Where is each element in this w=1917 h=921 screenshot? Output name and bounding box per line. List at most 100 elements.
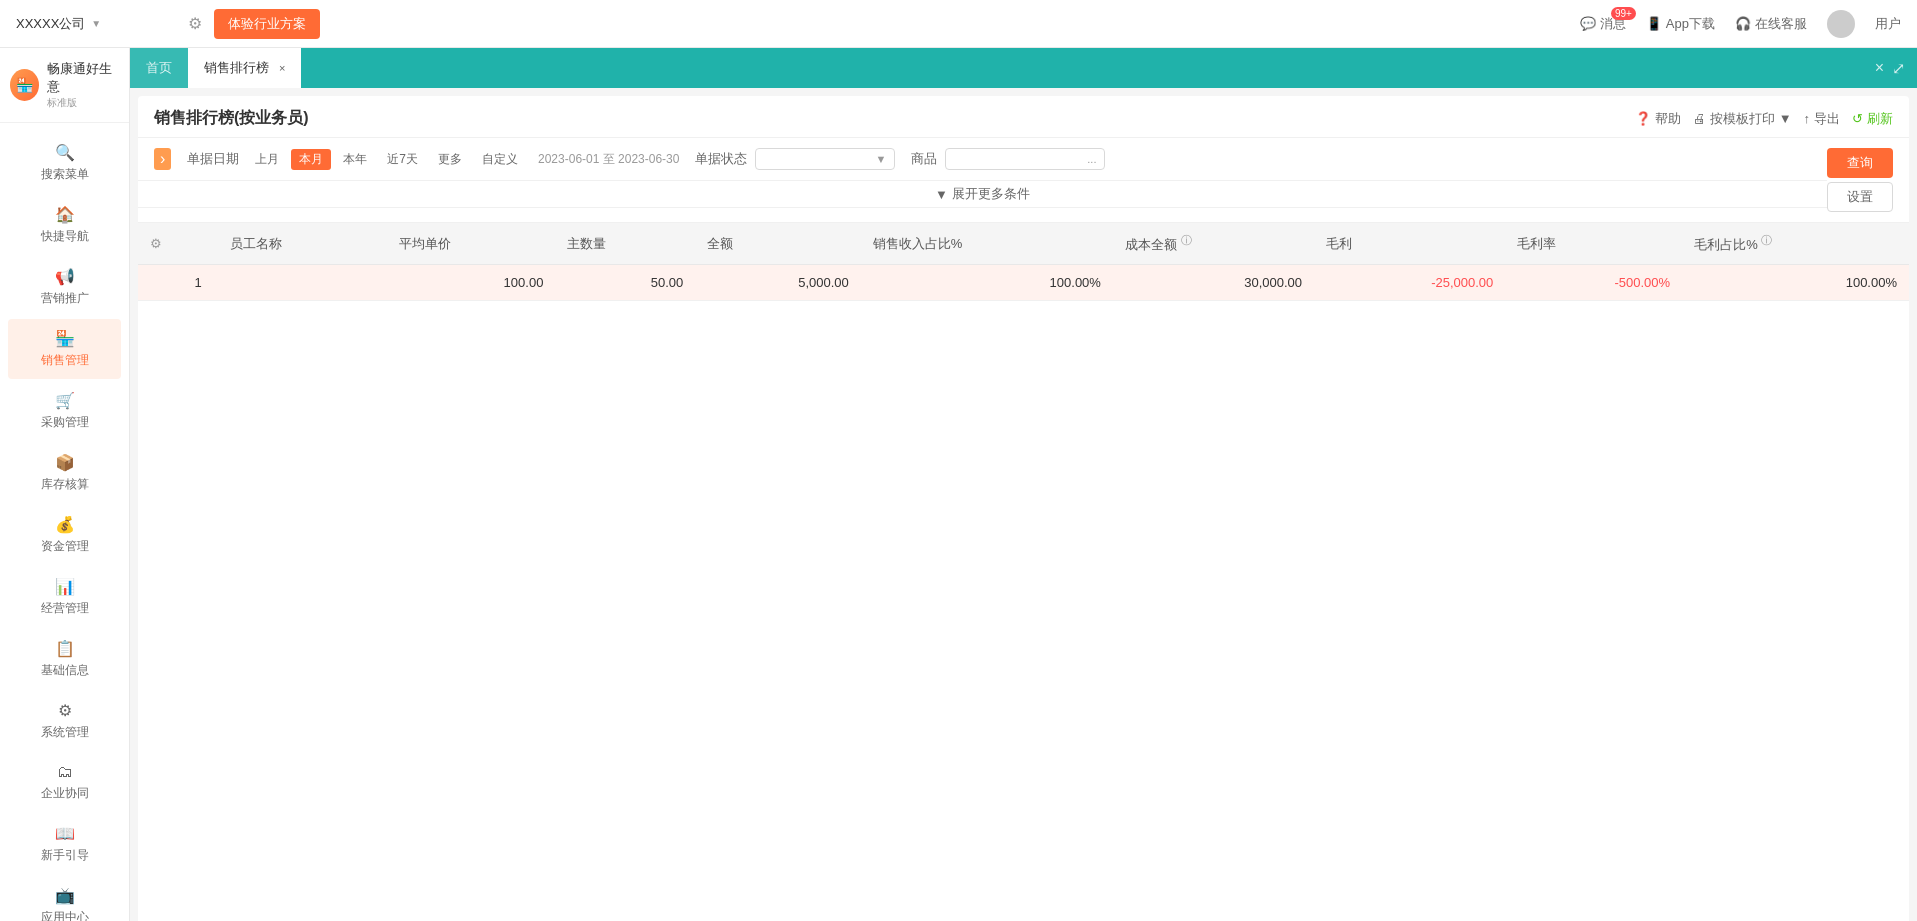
help-icon: ❓	[1635, 111, 1651, 126]
export-icon: ↑	[1804, 111, 1811, 126]
collapse-filter-icon[interactable]: ›	[154, 148, 171, 170]
sidebar-item-finance-label: 资金管理	[41, 538, 89, 555]
th-settings: ⚙	[138, 223, 178, 265]
message-icon: 💬	[1580, 16, 1596, 31]
th-gross: 毛利	[1314, 223, 1505, 265]
td-amount: 5,000.00	[695, 265, 861, 301]
window-close-icon[interactable]: ×	[1875, 59, 1884, 77]
headset-icon: 🎧	[1735, 16, 1751, 31]
sidebar-item-marketing-label: 营销推广	[41, 290, 89, 307]
company-selector[interactable]: XXXXX公司 ▼	[16, 15, 176, 33]
export-button[interactable]: ↑ 导出	[1804, 110, 1841, 128]
tab-home[interactable]: 首页	[130, 48, 188, 88]
date-tab-this-month[interactable]: 本月	[291, 149, 331, 170]
expand-row: ▼ 展开更多条件	[138, 181, 1827, 208]
page-content: 销售排行榜(按业务员) ❓ 帮助 🖨 按模板打印 ▼ ↑ 导出	[138, 96, 1909, 921]
gross-pct-help-icon[interactable]: ⓘ	[1761, 234, 1772, 246]
trial-button[interactable]: 体验行业方案	[214, 9, 320, 39]
guide-icon: 📖	[55, 824, 75, 843]
phone-icon: 📱	[1646, 16, 1662, 31]
refresh-label: 刷新	[1867, 110, 1893, 128]
refresh-button[interactable]: ↺ 刷新	[1852, 110, 1893, 128]
td-gross-rate: -500.00%	[1505, 265, 1682, 301]
sidebar-item-system[interactable]: ⚙ 系统管理	[8, 691, 121, 751]
print-button[interactable]: 🖨 按模板打印 ▼	[1693, 110, 1792, 128]
sidebar-item-sales[interactable]: 🏪 销售管理	[8, 319, 121, 379]
th-gross-pct: 毛利占比% ⓘ	[1682, 223, 1909, 265]
sidebar-item-sales-label: 销售管理	[41, 352, 89, 369]
message-badge: 99+	[1611, 7, 1636, 20]
sidebar-item-operations[interactable]: 📊 经营管理	[8, 567, 121, 627]
inventory-icon: 📦	[55, 453, 75, 472]
sidebar-item-marketing[interactable]: 📢 营销推广	[8, 257, 121, 317]
table-row: 1 100.00 50.00 5,000.00 100.00% 30,000.0…	[138, 265, 1909, 301]
user-name[interactable]: 用户	[1875, 15, 1901, 33]
app-download-button[interactable]: 📱 App下载	[1646, 15, 1715, 33]
th-name: 员工名称	[218, 223, 387, 265]
enterprise-icon: 🗂	[57, 763, 73, 781]
sidebar-item-apps-label: 应用中心	[41, 909, 89, 921]
query-button[interactable]: 查询	[1827, 148, 1893, 178]
goods-input[interactable]: ...	[945, 148, 1105, 170]
sidebar-item-guide[interactable]: 📖 新手引导	[8, 814, 121, 874]
system-icon: ⚙	[58, 701, 72, 720]
top-bar: XXXXX公司 ▼ ⚙ 体验行业方案 💬 消息 99+ 📱 App下载 🎧 在线…	[0, 0, 1917, 48]
filter-status: 单据状态 ▼	[695, 148, 895, 170]
layout: 🏪 畅康通好生意 标准版 🔍 搜索菜单 🏠 快捷导航 📢 营销推广 🏪 销售管理	[0, 48, 1917, 921]
home-icon: 🏠	[55, 205, 75, 224]
app-download-label: App下载	[1666, 15, 1715, 33]
th-amount: 全额	[695, 223, 861, 265]
status-select[interactable]: ▼	[755, 148, 895, 170]
window-maximize-icon[interactable]: ⤢	[1892, 59, 1905, 78]
sidebar-item-search[interactable]: 🔍 搜索菜单	[8, 133, 121, 193]
main: 首页 销售排行榜 × × ⤢ 销售排行榜(按业务员) ❓ 帮助	[130, 48, 1917, 921]
logo-text-line1: 畅康通好生意	[47, 60, 119, 96]
table-settings-icon[interactable]: ⚙	[150, 236, 162, 251]
setting-button[interactable]: 设置	[1827, 182, 1893, 212]
sidebar-item-quick-nav[interactable]: 🏠 快捷导航	[8, 195, 121, 255]
sidebar-item-basics[interactable]: 📋 基础信息	[8, 629, 121, 689]
tab-sales-ranking[interactable]: 销售排行榜 ×	[188, 48, 301, 88]
th-sales-pct: 销售收入占比%	[861, 223, 1113, 265]
th-avg-price: 平均单价	[387, 223, 556, 265]
help-button[interactable]: ❓ 帮助	[1635, 110, 1681, 128]
sidebar-item-purchase-label: 采购管理	[41, 414, 89, 431]
expand-label: 展开更多条件	[952, 185, 1030, 203]
sidebar-item-finance[interactable]: 💰 资金管理	[8, 505, 121, 565]
cost-help-icon[interactable]: ⓘ	[1181, 234, 1192, 246]
finance-icon: 💰	[55, 515, 75, 534]
td-name	[218, 265, 387, 301]
date-tab-custom[interactable]: 自定义	[474, 149, 526, 170]
expand-conditions-button[interactable]: ▼ 展开更多条件	[935, 185, 1030, 203]
sidebar-item-guide-label: 新手引导	[41, 847, 89, 864]
filter-row: › 单据日期 上月 本月 本年 近7天 更多 自定义	[154, 148, 1811, 170]
filter-date: 单据日期 上月 本月 本年 近7天 更多 自定义 2023-06-01 至 20…	[187, 149, 679, 170]
company-name: XXXXX公司	[16, 15, 85, 33]
collapse-btn-area: ›	[154, 148, 171, 170]
sidebar-item-inventory[interactable]: 📦 库存核算	[8, 443, 121, 503]
date-tab-last-month[interactable]: 上月	[247, 149, 287, 170]
sidebar-item-enterprise[interactable]: 🗂 企业协同	[8, 753, 121, 812]
date-tab-this-year[interactable]: 本年	[335, 149, 375, 170]
sidebar-item-purchase[interactable]: 🛒 采购管理	[8, 381, 121, 441]
sidebar: 🏪 畅康通好生意 标准版 🔍 搜索菜单 🏠 快捷导航 📢 营销推广 🏪 销售管理	[0, 48, 130, 921]
avatar[interactable]	[1827, 10, 1855, 38]
message-button[interactable]: 💬 消息 99+	[1580, 15, 1626, 33]
tab-close-icon[interactable]: ×	[279, 62, 285, 74]
filter-main: › 单据日期 上月 本月 本年 近7天 更多 自定义	[138, 138, 1827, 208]
sidebar-item-search-label: 搜索菜单	[41, 166, 89, 183]
settings-icon[interactable]: ⚙	[188, 14, 202, 33]
td-gross-pct: 100.00%	[1682, 265, 1909, 301]
status-select-chevron: ▼	[876, 153, 887, 165]
date-tab-7days[interactable]: 近7天	[379, 149, 426, 170]
page-title: 销售排行榜(按业务员)	[154, 108, 309, 129]
sidebar-item-apps[interactable]: 📺 应用中心	[8, 876, 121, 921]
online-service-button[interactable]: 🎧 在线客服	[1735, 15, 1807, 33]
help-label: 帮助	[1655, 110, 1681, 128]
refresh-icon: ↺	[1852, 111, 1863, 126]
date-tab-more[interactable]: 更多	[430, 149, 470, 170]
sidebar-logo: 🏪 畅康通好生意 标准版	[0, 48, 129, 123]
filter-area: › 单据日期 上月 本月 本年 近7天 更多 自定义	[138, 138, 1909, 223]
goods-input-more-icon: ...	[1087, 153, 1096, 165]
print-icon: 🖨	[1693, 111, 1706, 126]
